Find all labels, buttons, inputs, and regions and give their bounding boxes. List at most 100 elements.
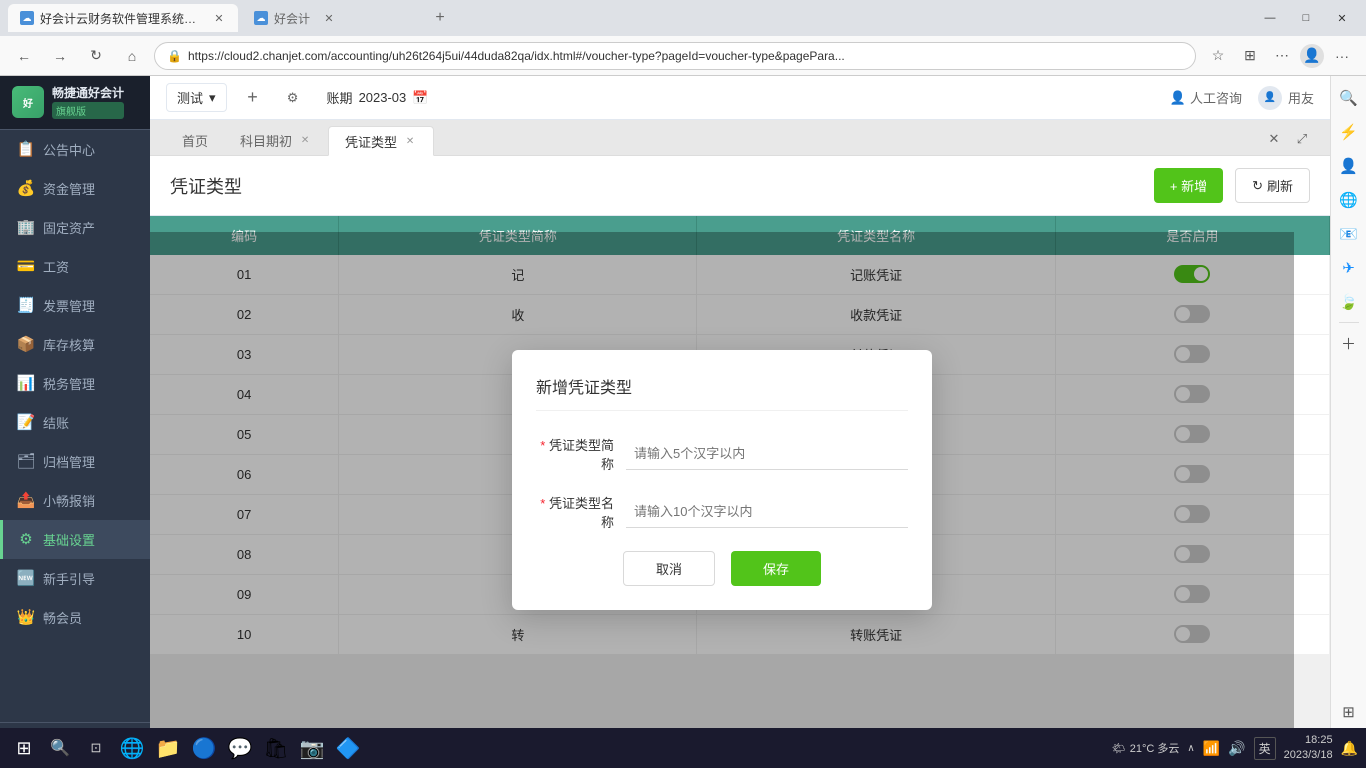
inner-wrapper: 测试 ▾ + ⚙ 账期 2023-03 📅 👤 人工咨询 👤 (150, 76, 1366, 768)
abbr-input[interactable] (626, 438, 908, 470)
sidebar-item-tax[interactable]: 📊 税务管理 (0, 364, 150, 403)
funds-label: 资金管理 (43, 179, 95, 198)
taskbar: ⊞ 🔍 ⊡ 🌐 📁 🔵 💬 🛍 📷 🔷 🌤 21°C 多云 ∧ 📶 🔊 英 18… (0, 728, 1366, 768)
close-tab-active[interactable]: ✕ (322, 11, 336, 25)
taskbar-file-icon[interactable]: 📁 (152, 732, 184, 764)
new-tab-button[interactable]: + (426, 4, 454, 32)
tab-subject-label: 科目期初 (240, 131, 292, 150)
sidebar-item-notices[interactable]: 📋 公告中心 (0, 130, 150, 169)
minimize-button[interactable]: — (1254, 8, 1286, 28)
sidebar-item-member[interactable]: 👑 畅会员 (0, 598, 150, 637)
home-button[interactable]: ⌂ (118, 42, 146, 70)
sidebar-item-invoice[interactable]: 🧾 发票管理 (0, 286, 150, 325)
close-tab-voucher[interactable]: ✕ (403, 134, 417, 148)
tab-active[interactable]: ☁ 好会计 ✕ (242, 4, 422, 32)
refresh-button[interactable]: ↻ 刷新 (1235, 168, 1310, 203)
sidebar-logo: 好 畅捷通好会计 旗舰版 (0, 76, 150, 130)
profile-icon[interactable]: 👤 (1300, 44, 1324, 68)
settings-label: 基础设置 (43, 530, 95, 549)
sidebar-item-settle[interactable]: 📝 结账 (0, 403, 150, 442)
close-button[interactable]: ✕ (1326, 8, 1358, 28)
cancel-button[interactable]: 取消 (623, 551, 715, 586)
taskbar-chevron[interactable]: ∧ (1187, 743, 1194, 754)
address-input[interactable]: 🔒 https://cloud2.chanjet.com/accounting/… (154, 42, 1196, 70)
taskbar-search-button[interactable]: 🔍 (44, 732, 76, 764)
taskbar-browser2-icon[interactable]: 🔷 (332, 732, 364, 764)
close-tab-cloud[interactable]: ✕ (212, 11, 226, 25)
user-label: 用友 (1288, 88, 1314, 107)
notices-icon: 📋 (17, 140, 35, 158)
taskbar-input-method[interactable]: 英 (1254, 737, 1276, 760)
taskbar-wechat-icon[interactable]: 💬 (224, 732, 256, 764)
form-row-abbr: * 凭证类型简称 (536, 435, 908, 473)
user-info[interactable]: 👤 用友 (1258, 86, 1314, 110)
assets-label: 固定资产 (43, 218, 95, 237)
tab-bar: 首页 科目期初 ✕ 凭证类型 ✕ ✕ ⤢ (150, 120, 1330, 156)
workspace-selector[interactable]: 测试 ▾ (166, 83, 227, 112)
sidebar-item-expense[interactable]: 📤 小畅报销 (0, 481, 150, 520)
sidebar-item-funds[interactable]: 💰 资金管理 (0, 169, 150, 208)
sidebar-item-archive[interactable]: 🗂 归档管理 (0, 442, 150, 481)
sidebar-item-guide[interactable]: 🆕 新手引导 (0, 559, 150, 598)
taskbar-time: 18:25 2023/3/18 (1284, 733, 1333, 764)
browser-settings[interactable]: ⋯ (1268, 42, 1296, 70)
rs-lightning-btn[interactable]: ⚡ (1335, 118, 1363, 146)
maximize-button[interactable]: □ (1290, 8, 1322, 28)
close-tab-subject[interactable]: ✕ (298, 133, 312, 147)
rs-globe-btn[interactable]: 🌐 (1335, 186, 1363, 214)
sidebar-item-settings[interactable]: ⚙ 基础设置 (0, 520, 150, 559)
tab-expand-icon[interactable]: ⤢ (1290, 127, 1314, 151)
tab-cloud-label: 好会计云财务软件管理系统_会计 (40, 10, 200, 27)
sidebar-item-assets[interactable]: 🏢 固定资产 (0, 208, 150, 247)
tab-home-label: 首页 (182, 131, 208, 150)
period-calendar-icon[interactable]: 📅 (412, 90, 428, 106)
logo-badge: 旗舰版 (52, 102, 124, 119)
forward-button[interactable]: → (46, 42, 74, 70)
header-right: 👤 人工咨询 👤 用友 (1170, 86, 1314, 110)
rs-leaf-btn[interactable]: 🍃 (1335, 288, 1363, 316)
taskbar-store-icon[interactable]: 🛍 (260, 732, 292, 764)
taskbar-sound-icon: 🔊 (1228, 740, 1245, 757)
name-input[interactable] (626, 496, 908, 528)
tab-voucher-type[interactable]: 凭证类型 ✕ (328, 126, 434, 156)
rs-mail-btn[interactable]: 📧 (1335, 220, 1363, 248)
salary-label: 工资 (43, 257, 69, 276)
more-icon[interactable]: ··· (1328, 42, 1356, 70)
extensions-icon[interactable]: ⊞ (1236, 42, 1264, 70)
member-icon: 👑 (17, 608, 35, 626)
rs-user-btn[interactable]: 👤 (1335, 152, 1363, 180)
notification-icon[interactable]: 🔔 (1341, 740, 1358, 757)
rs-grid-btn[interactable]: ⊞ (1335, 698, 1363, 726)
consult-button[interactable]: 👤 人工咨询 (1170, 88, 1242, 107)
tab-active-label: 好会计 (274, 10, 310, 27)
taskbar-photos-icon[interactable]: 📷 (296, 732, 328, 764)
rs-divider (1339, 322, 1359, 323)
taskbar-taskview[interactable]: ⊡ (80, 732, 112, 764)
archive-icon: 🗂 (17, 452, 35, 470)
new-button[interactable]: + 新增 (1154, 168, 1223, 203)
taskbar-chrome-icon[interactable]: 🔵 (188, 732, 220, 764)
sidebar-item-salary[interactable]: 💳 工资 (0, 247, 150, 286)
save-button[interactable]: 保存 (731, 551, 821, 586)
sidebar-item-inventory[interactable]: 📦 库存核算 (0, 325, 150, 364)
start-button[interactable]: ⊞ (8, 732, 40, 764)
tab-cloud[interactable]: ☁ 好会计云财务软件管理系统_会计 ✕ (8, 4, 238, 32)
add-workspace-button[interactable]: + (239, 84, 267, 112)
back-button[interactable]: ← (10, 42, 38, 70)
taskbar-edge-icon[interactable]: 🌐 (116, 732, 148, 764)
tab-home[interactable]: 首页 (166, 125, 224, 155)
tab-subject[interactable]: 科目期初 ✕ (224, 125, 328, 155)
rs-send-btn[interactable]: ✈ (1335, 254, 1363, 282)
rs-search-btn[interactable]: 🔍 (1335, 84, 1363, 112)
reload-button[interactable]: ↻ (82, 42, 110, 70)
dialog: 新增凭证类型 * 凭证类型简称 * 凭证类型名称 (512, 350, 932, 610)
tab-close-icon[interactable]: ✕ (1262, 127, 1286, 151)
rs-add-btn[interactable]: ＋ (1335, 329, 1363, 357)
tab-active-icon: ☁ (254, 11, 268, 25)
workspace-label: 测试 (177, 88, 203, 107)
window-controls: — □ ✕ (1254, 8, 1358, 28)
tax-label: 税务管理 (43, 374, 95, 393)
favorites-icon[interactable]: ☆ (1204, 42, 1232, 70)
invoice-icon: 🧾 (17, 296, 35, 314)
workspace-settings-button[interactable]: ⚙ (279, 84, 307, 112)
